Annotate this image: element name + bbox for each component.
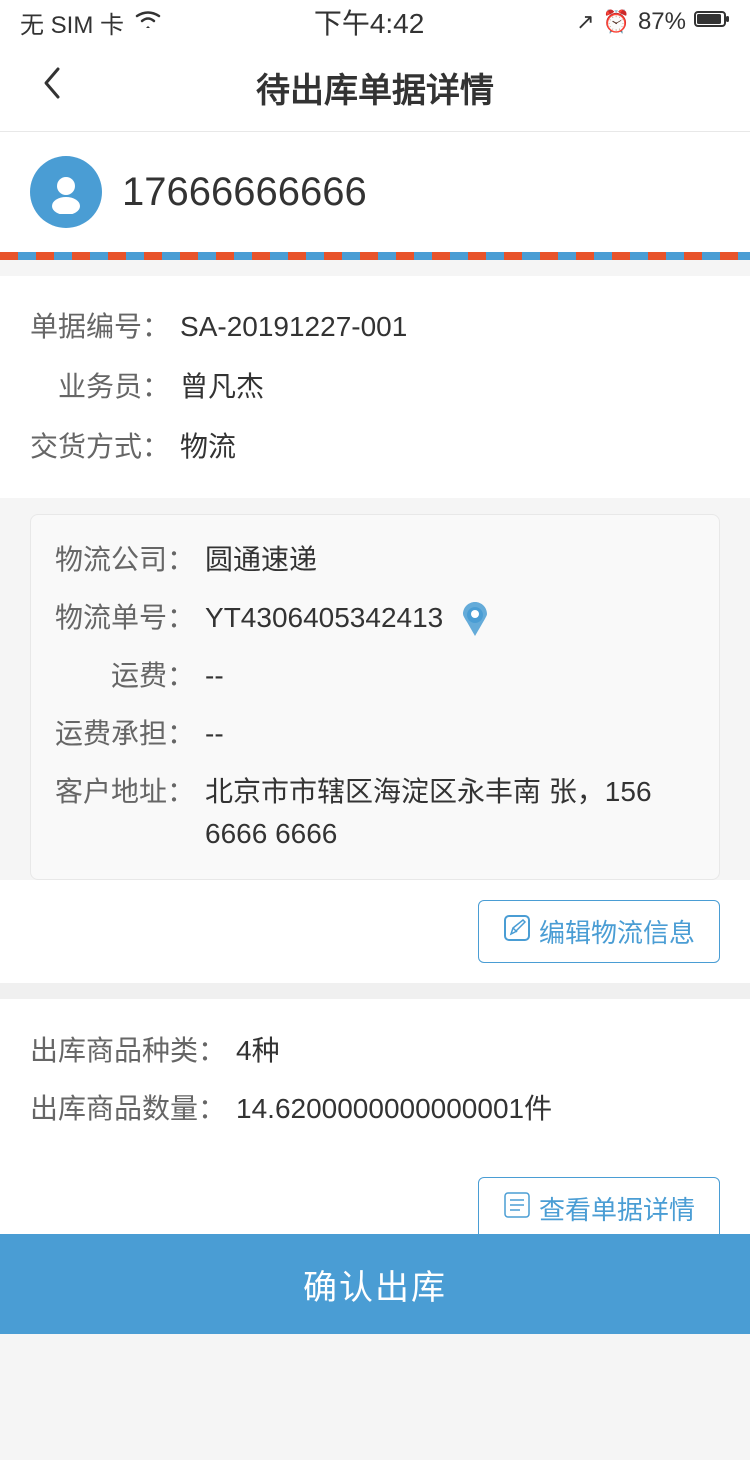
goods-type-label: 出库商品种类：	[30, 1029, 226, 1069]
section-divider	[0, 983, 750, 999]
delivery-method-value: 物流	[170, 426, 720, 468]
status-time: 下午4:42	[314, 2, 425, 42]
freight-bearer-label: 运费承担：	[55, 713, 195, 755]
freight-bearer-row: 运费承担： --	[55, 713, 695, 755]
location-pin-icon[interactable]	[455, 598, 495, 638]
sales-person-row: 业务员： 曾凡杰	[30, 366, 720, 408]
confirm-outbound-button[interactable]: 确认出库	[0, 1234, 750, 1334]
address-value: 北京市市辖区海淀区永丰南 张，156 6666 6666	[195, 771, 695, 855]
battery-percent: 87%	[638, 8, 686, 36]
edit-icon	[503, 914, 531, 949]
basic-info-section: 单据编号： SA-20191227-001 业务员： 曾凡杰 交货方式： 物流	[0, 276, 750, 498]
status-right: ↗ ⏰ 87%	[576, 8, 730, 36]
edit-btn-container: 编辑物流信息	[0, 880, 750, 983]
address-row: 客户地址： 北京市市辖区海淀区永丰南 张，156 6666 6666	[55, 771, 695, 855]
user-phone: 17666666666	[122, 170, 367, 215]
address-label: 客户地址：	[55, 771, 195, 813]
document-number-row: 单据编号： SA-20191227-001	[30, 306, 720, 348]
delivery-method-label: 交货方式：	[30, 426, 170, 468]
document-number-label: 单据编号：	[30, 306, 170, 348]
status-bar: 无 SIM 卡 下午4:42 ↗ ⏰ 87%	[0, 0, 750, 44]
wifi-icon	[134, 8, 162, 37]
confirm-btn-wrapper: 确认出库	[0, 1234, 750, 1334]
view-details-button[interactable]: 查看单据详情	[478, 1177, 720, 1240]
tracking-number-container: YT4306405342413	[195, 597, 695, 639]
document-number-value: SA-20191227-001	[170, 306, 720, 348]
sales-person-value: 曾凡杰	[170, 366, 720, 408]
edit-logistics-label: 编辑物流信息	[539, 913, 695, 950]
sales-person-label: 业务员：	[30, 366, 170, 408]
goods-type-value: 4种	[226, 1029, 280, 1069]
avatar	[30, 156, 102, 228]
goods-quantity-value: 14.6200000000000001件	[226, 1087, 552, 1127]
goods-section: 出库商品种类： 4种 出库商品数量： 14.6200000000000001件	[0, 999, 750, 1157]
logistics-company-value: 圆通速递	[195, 539, 695, 581]
freight-label: 运费：	[55, 655, 195, 697]
delivery-method-row: 交货方式： 物流	[30, 426, 720, 468]
view-details-label: 查看单据详情	[539, 1190, 695, 1227]
back-button[interactable]	[30, 53, 74, 122]
battery-icon	[694, 8, 730, 36]
alarm-icon: ⏰	[603, 9, 630, 35]
list-icon	[503, 1191, 531, 1226]
goods-type-row: 出库商品种类： 4种	[30, 1029, 720, 1069]
user-header: 17666666666	[0, 132, 750, 252]
edit-logistics-button[interactable]: 编辑物流信息	[478, 900, 720, 963]
goods-quantity-label: 出库商品数量：	[30, 1087, 226, 1127]
carrier-text: 无 SIM 卡	[20, 5, 124, 40]
logistics-card: 物流公司： 圆通速递 物流单号： YT4306405342413 运费： -- …	[30, 514, 720, 880]
page-title: 待出库单据详情	[256, 63, 494, 112]
freight-row: 运费： --	[55, 655, 695, 697]
freight-value: --	[195, 655, 695, 697]
location-arrow-icon: ↗	[576, 9, 594, 35]
freight-bearer-value: --	[195, 713, 695, 755]
nav-bar: 待出库单据详情	[0, 44, 750, 132]
tracking-number-value: YT4306405342413	[205, 597, 443, 639]
dashed-separator	[0, 252, 750, 260]
logistics-company-label: 物流公司：	[55, 539, 195, 581]
status-left: 无 SIM 卡	[20, 5, 162, 40]
tracking-number-row: 物流单号： YT4306405342413	[55, 597, 695, 639]
tracking-number-label: 物流单号：	[55, 597, 195, 639]
logistics-company-row: 物流公司： 圆通速递	[55, 539, 695, 581]
goods-quantity-row: 出库商品数量： 14.6200000000000001件	[30, 1087, 720, 1127]
